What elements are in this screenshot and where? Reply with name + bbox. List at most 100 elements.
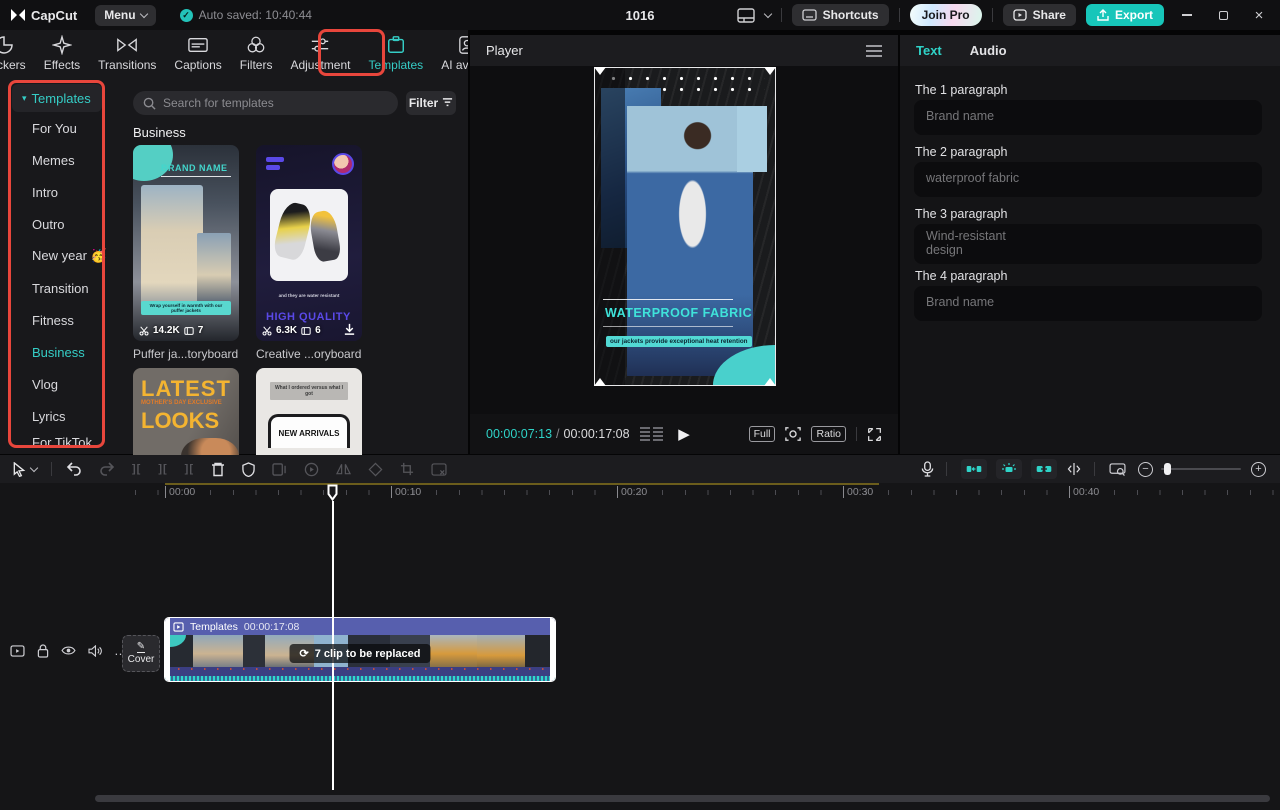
fullscreen-icon[interactable] bbox=[867, 427, 882, 442]
paragraph-1-input[interactable]: Brand name bbox=[914, 100, 1262, 135]
filter-button[interactable]: Filter bbox=[406, 91, 456, 115]
horizontal-scrollbar[interactable] bbox=[95, 795, 1270, 802]
split-view-icon[interactable] bbox=[1066, 463, 1082, 475]
join-pro-button[interactable]: Join Pro bbox=[910, 4, 982, 26]
auto-preview-toggle[interactable] bbox=[996, 459, 1022, 479]
tab-captions[interactable]: Captions bbox=[165, 35, 230, 72]
layout-icon[interactable] bbox=[737, 8, 755, 23]
split-right-icon[interactable]: ][ bbox=[185, 463, 194, 475]
divider bbox=[992, 8, 993, 22]
sidebar-item-for-you[interactable]: For You bbox=[0, 112, 112, 144]
select-cursor-icon[interactable] bbox=[12, 462, 26, 477]
sidebar-item-business[interactable]: Business bbox=[0, 336, 112, 368]
sidebar-item-label: For TikTok bbox=[32, 435, 92, 450]
sidebar-item-intro[interactable]: Intro bbox=[0, 176, 112, 208]
card-overlay-title: NEW ARRIVALS bbox=[271, 429, 347, 438]
tab-templates[interactable]: Templates bbox=[359, 35, 432, 72]
ruler-ticks bbox=[120, 490, 1280, 495]
download-icon[interactable] bbox=[343, 323, 356, 336]
link-clips-toggle[interactable] bbox=[1031, 459, 1057, 479]
zoom-in-icon[interactable]: + bbox=[1251, 462, 1266, 477]
minimize-button[interactable] bbox=[1174, 4, 1200, 26]
zoom-out-icon[interactable]: − bbox=[1138, 462, 1153, 477]
ratio-button[interactable]: Ratio bbox=[811, 426, 846, 442]
tab-label: Adjustment bbox=[290, 58, 350, 72]
sidebar-item-lyrics[interactable]: Lyrics bbox=[0, 400, 112, 432]
section-title: Business bbox=[133, 125, 186, 140]
preview-zoom-icon[interactable] bbox=[785, 426, 801, 442]
video-caption: our jackets provide exceptional heat ret… bbox=[606, 336, 752, 347]
paragraph-3-input[interactable]: Wind-resistant design bbox=[914, 224, 1262, 264]
tab-text[interactable]: Text bbox=[916, 43, 942, 58]
magnetic-snap-toggle[interactable] bbox=[961, 459, 987, 479]
template-card-creative[interactable]: and they are water resistant HIGH QUALIT… bbox=[256, 145, 362, 361]
tab-stickers[interactable]: Stickers bbox=[0, 35, 35, 72]
hide-track-icon[interactable] bbox=[61, 645, 76, 656]
sidebar-item-templates[interactable]: ▾ Templates bbox=[12, 84, 102, 112]
redo-icon[interactable] bbox=[99, 462, 115, 476]
shortcuts-button[interactable]: Shortcuts bbox=[792, 4, 889, 26]
paragraph-4-input[interactable]: Brand name bbox=[914, 286, 1262, 321]
share-button[interactable]: Share bbox=[1003, 4, 1076, 26]
tab-adjustment[interactable]: Adjustment bbox=[281, 35, 359, 72]
template-card-puffer[interactable]: BRAND NAME Wrap yourself in warmth with … bbox=[133, 145, 239, 361]
mute-track-icon[interactable] bbox=[88, 645, 102, 657]
sidebar-item-new-year[interactable]: New year 🥳 bbox=[0, 240, 112, 272]
crop-icon[interactable] bbox=[400, 462, 414, 476]
sidebar-item-for-tiktok[interactable]: For TikTok bbox=[0, 432, 112, 452]
record-voiceover-icon[interactable] bbox=[921, 461, 934, 477]
preview-quality-icon[interactable] bbox=[1109, 463, 1126, 476]
full-button[interactable]: Full bbox=[749, 426, 776, 442]
sidebar-item-outro[interactable]: Outro bbox=[0, 208, 112, 240]
cursor-mode-chevron-icon[interactable] bbox=[30, 463, 38, 471]
tab-ai-avatars[interactable]: AI avatars bbox=[432, 35, 468, 72]
video-headline: WATERPROOF FABRIC bbox=[605, 306, 752, 320]
slider-handle[interactable] bbox=[1164, 463, 1171, 475]
tab-filters[interactable]: Filters bbox=[231, 35, 282, 72]
remove-background-icon[interactable] bbox=[431, 463, 447, 476]
timeline-zoom-slider[interactable] bbox=[1161, 468, 1241, 470]
overlay-icon[interactable] bbox=[272, 463, 287, 476]
sidebar-item-label: Vlog bbox=[32, 377, 58, 392]
mirror-icon[interactable] bbox=[336, 462, 351, 476]
cover-button[interactable]: ✎ Cover bbox=[122, 635, 160, 672]
tab-transitions[interactable]: Transitions bbox=[89, 35, 165, 72]
mask-icon[interactable] bbox=[242, 462, 255, 477]
layout-chevron-icon[interactable] bbox=[763, 9, 771, 17]
sidebar-item-memes[interactable]: Memes bbox=[0, 144, 112, 176]
player-menu-icon[interactable] bbox=[866, 45, 882, 57]
rotate-icon[interactable] bbox=[368, 462, 383, 477]
sidebar-item-transition[interactable]: Transition bbox=[0, 272, 112, 304]
undo-icon[interactable] bbox=[66, 462, 82, 476]
search-input[interactable]: Search for templates bbox=[133, 91, 398, 115]
timeline: ][ ][ ][ − + 00:00 00:10 00:20 00:3 bbox=[0, 455, 1280, 810]
restore-button[interactable] bbox=[1210, 4, 1236, 26]
tab-effects[interactable]: Effects bbox=[35, 35, 89, 72]
clip-trim-handle-left[interactable] bbox=[165, 618, 170, 681]
card-overlay-title: LATEST bbox=[141, 376, 231, 402]
sidebar-item-vlog[interactable]: Vlog bbox=[0, 368, 112, 400]
delete-icon[interactable] bbox=[211, 462, 225, 477]
time-ruler[interactable]: 00:00 00:10 00:20 00:30 00:40 bbox=[120, 483, 1280, 501]
split-left-icon[interactable]: ][ bbox=[158, 463, 167, 475]
close-button[interactable]: × bbox=[1246, 4, 1272, 26]
ruler-label: 00:00 bbox=[165, 486, 195, 498]
video-preview[interactable]: WATERPROOF FABRIC our jackets provide ex… bbox=[595, 68, 775, 385]
paragraph-2-input[interactable]: waterproof fabric bbox=[914, 162, 1262, 197]
minimize-icon bbox=[1182, 14, 1192, 16]
clip-trim-handle-right[interactable] bbox=[550, 618, 555, 681]
play-button[interactable]: ▶ bbox=[678, 425, 690, 443]
tab-audio[interactable]: Audio bbox=[970, 43, 1007, 58]
freeze-frame-icon[interactable] bbox=[304, 462, 319, 477]
export-button[interactable]: Export bbox=[1086, 4, 1164, 26]
frame-step-icon[interactable] bbox=[640, 427, 663, 441]
ruler-label: 00:10 bbox=[391, 486, 421, 498]
video-track-icon[interactable] bbox=[10, 645, 25, 657]
sidebar-item-fitness[interactable]: Fitness bbox=[0, 304, 112, 336]
filter-label: Filter bbox=[409, 96, 438, 110]
split-icon[interactable]: ][ bbox=[132, 463, 141, 475]
card-overlay-caption: What I ordered versus what I got bbox=[270, 382, 348, 400]
lock-track-icon[interactable] bbox=[37, 644, 49, 658]
timeline-clip[interactable]: Templates 00:00:17:08 ⟳ 7 clip to be rep… bbox=[164, 617, 556, 682]
playhead-handle[interactable] bbox=[327, 484, 338, 501]
